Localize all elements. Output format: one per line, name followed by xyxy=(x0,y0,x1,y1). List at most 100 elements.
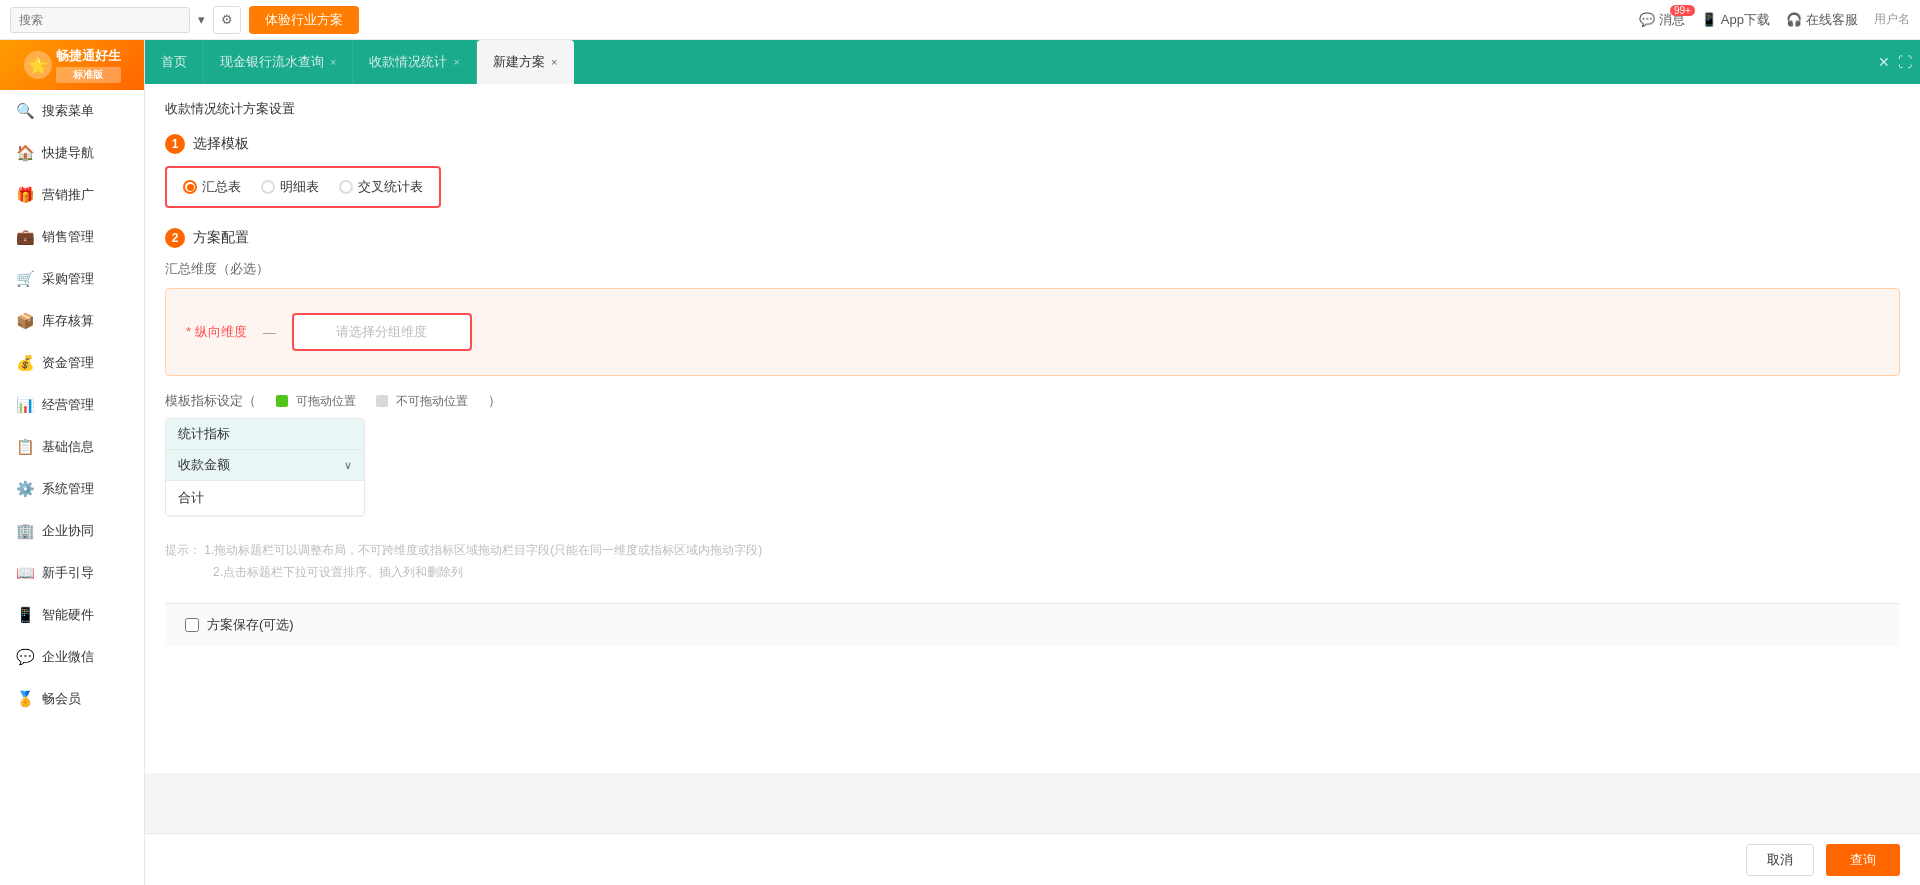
draggable-label: 可拖动位置 xyxy=(296,393,356,410)
tab-fullscreen-icon[interactable]: ⛶ xyxy=(1898,54,1912,70)
tab-home-label: 首页 xyxy=(161,53,187,71)
step2-header: 2 方案配置 xyxy=(165,228,1900,248)
tab-receivables-label: 收款情况统计 xyxy=(369,53,447,71)
header-left: ▾ ⚙ 体验行业方案 xyxy=(10,6,359,34)
sidebar-item-member[interactable]: 🏅 畅会员 xyxy=(0,678,144,720)
step2-section: 2 方案配置 汇总维度（必选） * 纵向维度 — 请选择分组维度 xyxy=(165,228,1900,583)
tab-cashflow-close[interactable]: × xyxy=(330,56,336,68)
dimension-select-button[interactable]: 请选择分组维度 xyxy=(292,313,472,351)
tab-bar-right: ✕ ⛶ xyxy=(1878,54,1920,70)
header-right: 💬 消息 99+ 📱 App下载 🎧 在线客服 用户名 xyxy=(1639,11,1910,29)
download-icon: 📱 xyxy=(1701,12,1717,27)
save-option: 方案保存(可选) xyxy=(165,603,1900,646)
message-icon: 💬 xyxy=(1639,12,1655,27)
sidebar-item-quick-nav[interactable]: 🏠 快捷导航 xyxy=(0,132,144,174)
quick-nav-icon: 🏠 xyxy=(16,144,34,162)
tab-new-plan-close[interactable]: × xyxy=(551,56,557,68)
save-checkbox[interactable] xyxy=(185,618,199,632)
tab-new-plan[interactable]: 新建方案 × xyxy=(477,40,574,84)
sidebar-item-operation[interactable]: 📊 经营管理 xyxy=(0,384,144,426)
smart-hw-icon: 📱 xyxy=(16,606,34,624)
radio-cross[interactable]: 交叉统计表 xyxy=(339,178,423,196)
radio-summary-label: 汇总表 xyxy=(202,178,241,196)
tab-new-plan-label: 新建方案 xyxy=(493,53,545,71)
draggable-dot xyxy=(276,395,288,407)
operation-icon: 📊 xyxy=(16,396,34,414)
radio-summary[interactable]: 汇总表 xyxy=(183,178,241,196)
service-label: 在线客服 xyxy=(1806,11,1858,29)
sidebar-item-enterprise[interactable]: 🏢 企业协同 xyxy=(0,510,144,552)
template-select-box: 汇总表 明细表 交叉统计表 xyxy=(165,166,441,208)
sidebar-item-purchase[interactable]: 🛒 采购管理 xyxy=(0,258,144,300)
sidebar-label-quick-nav: 快捷导航 xyxy=(42,144,94,162)
radio-cross-label: 交叉统计表 xyxy=(358,178,423,196)
notification-badge: 99+ xyxy=(1670,5,1695,16)
sidebar-label-marketing: 营销推广 xyxy=(42,186,94,204)
dimension-row: * 纵向维度 — 请选择分组维度 xyxy=(186,313,1879,351)
sidebar-item-system[interactable]: ⚙️ 系统管理 xyxy=(0,468,144,510)
tab-cashflow-label: 现金银行流水查询 xyxy=(220,53,324,71)
system-icon: ⚙️ xyxy=(16,480,34,498)
wechat-icon: 💬 xyxy=(16,648,34,666)
step2-title: 方案配置 xyxy=(193,229,249,247)
enterprise-icon: 🏢 xyxy=(16,522,34,540)
fixed-label: 不可拖动位置 xyxy=(396,393,468,410)
tip-line2: 2.点击标题栏下拉可设置排序、插入列和删除列 xyxy=(165,562,1900,584)
tab-receivables[interactable]: 收款情况统计 × xyxy=(353,40,476,84)
finance-icon: 💰 xyxy=(16,354,34,372)
sidebar-item-basic-info[interactable]: 📋 基础信息 xyxy=(0,426,144,468)
metrics-subtotal-cell: 合计 xyxy=(166,481,364,516)
radio-detail-circle xyxy=(261,180,275,194)
step1-number: 1 xyxy=(165,134,185,154)
tip-line1: 提示： 1.拖动标题栏可以调整布局，不可跨维度或指标区域拖动栏目字段(只能在同一… xyxy=(165,540,1900,562)
query-button[interactable]: 查询 xyxy=(1826,844,1900,876)
sidebar-item-search-menu[interactable]: 🔍 搜索菜单 xyxy=(0,90,144,132)
metrics-dropdown-button[interactable]: ∨ xyxy=(344,459,352,472)
service-icon: 🎧 xyxy=(1786,12,1802,27)
metrics-header: 模板指标设定（ 可拖动位置 不可拖动位置 ） xyxy=(165,392,1900,410)
metrics-table: 统计指标 收款金额 ∨ 合计 xyxy=(165,418,365,517)
dimension-title: 汇总维度（必选） xyxy=(165,260,1900,278)
download-item[interactable]: 📱 App下载 xyxy=(1701,11,1770,29)
sidebar-item-marketing[interactable]: 🎁 营销推广 xyxy=(0,174,144,216)
tab-close-all-icon[interactable]: ✕ xyxy=(1878,54,1890,70)
sidebar-label-system: 系统管理 xyxy=(42,480,94,498)
metrics-table-header: 统计指标 xyxy=(166,419,364,450)
sidebar-item-inventory[interactable]: 📦 库存核算 xyxy=(0,300,144,342)
metrics-setting-label: 模板指标设定（ xyxy=(165,392,256,410)
tab-cashflow[interactable]: 现金银行流水查询 × xyxy=(204,40,353,84)
metrics-table-cell-header: 收款金额 ∨ xyxy=(166,450,364,481)
radio-summary-circle xyxy=(183,180,197,194)
sidebar-item-guide[interactable]: 📖 新手引导 xyxy=(0,552,144,594)
metrics-setting-close: ） xyxy=(488,392,501,410)
settings-button[interactable]: ⚙ xyxy=(213,6,241,34)
sidebar-item-finance[interactable]: 💰 资金管理 xyxy=(0,342,144,384)
guide-icon: 📖 xyxy=(16,564,34,582)
industry-button[interactable]: 体验行业方案 xyxy=(249,6,359,34)
main-layout: 🌟 畅捷通好生 标准版 🔍 搜索菜单 🏠 快捷导航 🎁 营销推广 💼 销售管理 … xyxy=(0,40,1920,885)
user-name: 用户名 xyxy=(1874,11,1910,28)
dimension-arrow: — xyxy=(263,325,276,340)
sidebar-item-wechat[interactable]: 💬 企业微信 xyxy=(0,636,144,678)
tab-receivables-close[interactable]: × xyxy=(453,56,459,68)
radio-detail[interactable]: 明细表 xyxy=(261,178,319,196)
step1-title: 选择模板 xyxy=(193,135,249,153)
service-item[interactable]: 🎧 在线客服 xyxy=(1786,11,1858,29)
dropdown-arrow[interactable]: ▾ xyxy=(198,12,205,27)
logo-tag: 标准版 xyxy=(56,67,121,83)
logo-icon: 🌟 xyxy=(24,51,52,79)
marketing-icon: 🎁 xyxy=(16,186,34,204)
sidebar-label-sales: 销售管理 xyxy=(42,228,94,246)
step2-number: 2 xyxy=(165,228,185,248)
sidebar-item-smart-hw[interactable]: 📱 智能硬件 xyxy=(0,594,144,636)
search-input[interactable] xyxy=(10,7,190,33)
sidebar-item-sales[interactable]: 💼 销售管理 xyxy=(0,216,144,258)
notification-item[interactable]: 💬 消息 99+ xyxy=(1639,11,1685,29)
tab-home[interactable]: 首页 xyxy=(145,40,204,84)
cancel-button[interactable]: 取消 xyxy=(1746,844,1814,876)
save-label: 方案保存(可选) xyxy=(207,616,294,634)
download-label: App下载 xyxy=(1721,11,1770,29)
metrics-section: 模板指标设定（ 可拖动位置 不可拖动位置 ） xyxy=(165,392,1900,520)
fixed-tag: 不可拖动位置 xyxy=(376,393,468,410)
radio-detail-label: 明细表 xyxy=(280,178,319,196)
